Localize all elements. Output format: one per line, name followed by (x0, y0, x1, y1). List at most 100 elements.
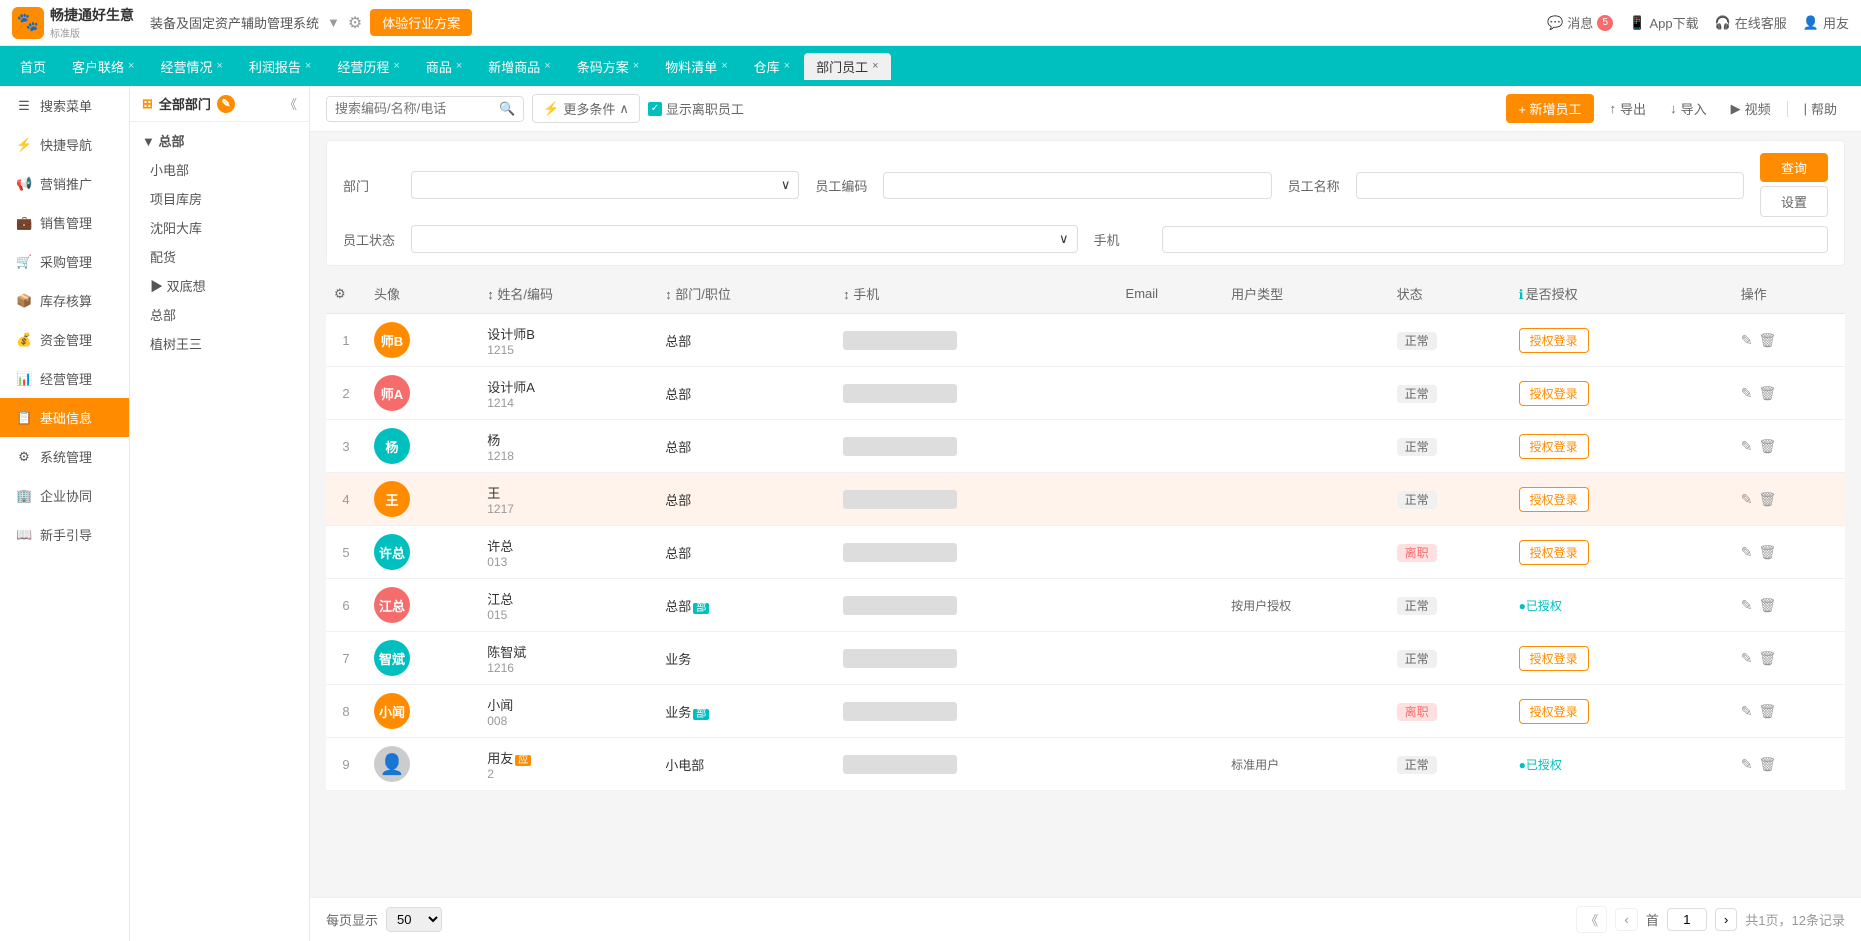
delete-icon[interactable]: 🗑 (1758, 544, 1776, 561)
edit-icon[interactable]: ✎ (1741, 756, 1753, 773)
tab-customer[interactable]: 客户联络 × (60, 53, 146, 80)
dept-node-xiaodian[interactable]: 小电部 (130, 155, 309, 184)
close-icon[interactable]: × (721, 60, 727, 72)
tab-home[interactable]: 首页 (8, 53, 58, 80)
view-btn[interactable]: ▶ 视频 (1723, 95, 1779, 122)
edit-icon[interactable]: ✎ (1741, 703, 1753, 720)
close-icon[interactable]: × (784, 60, 790, 72)
sidebar-item-stock[interactable]: 📦 库存核算 (0, 281, 129, 320)
auth-login-btn[interactable]: 授权登录 (1519, 434, 1589, 459)
delete-icon[interactable]: 🗑 (1758, 385, 1776, 402)
edit-icon[interactable]: ✎ (1741, 597, 1753, 614)
add-staff-button[interactable]: + 新增员工 (1506, 94, 1593, 123)
service-btn[interactable]: 🎧 在线客服 (1715, 13, 1787, 32)
auth-login-btn[interactable]: 授权登录 (1519, 328, 1589, 353)
dept-node-zongbu[interactable]: 总部 (130, 300, 309, 329)
tab-barcode[interactable]: 条码方案 × (565, 53, 651, 80)
auth-login-btn[interactable]: 授权登录 (1519, 540, 1589, 565)
edit-icon[interactable]: ✎ (1741, 438, 1753, 455)
filter-empcode-input[interactable] (883, 172, 1271, 199)
page-prev-btn[interactable]: ‹ (1615, 908, 1637, 931)
import-btn[interactable]: ↓ 导入 (1662, 95, 1715, 122)
filter-more-btn[interactable]: ⚡ 更多条件 ∧ (532, 94, 640, 123)
close-icon[interactable]: × (216, 60, 222, 72)
tab-profit[interactable]: 利润报告 × (237, 53, 323, 80)
edit-icon[interactable]: ✎ (1741, 491, 1753, 508)
col-name[interactable]: ↕ 姓名/编码 (479, 274, 657, 314)
tab-history[interactable]: 经营历程 × (325, 53, 411, 80)
delete-icon[interactable]: 🗑 (1758, 332, 1776, 349)
tab-bom[interactable]: 物料清单 × (653, 53, 739, 80)
dept-node-zhishu[interactable]: 植树王三 (130, 329, 309, 358)
show-resigned-toggle[interactable]: ✓ 显示离职员工 (648, 99, 744, 118)
query-button[interactable]: 查询 (1760, 153, 1828, 182)
gear-icon[interactable]: ⚙ (348, 13, 362, 33)
sidebar-item-finance[interactable]: 💰 资金管理 (0, 320, 129, 359)
page-first-btn[interactable]: 《 (1576, 906, 1607, 933)
auth-login-btn[interactable]: 授权登录 (1519, 487, 1589, 512)
filter-empname-input[interactable] (1356, 172, 1744, 199)
dept-collapse-btn[interactable]: 《 (284, 94, 297, 113)
dept-edit-icon[interactable]: ✎ (217, 95, 235, 113)
app-download-btn[interactable]: 📱 App下载 (1629, 13, 1698, 32)
page-next-btn[interactable]: › (1715, 908, 1737, 931)
sidebar-item-basic[interactable]: 📋 基础信息 (0, 398, 129, 437)
export-btn[interactable]: ↑ 导出 (1602, 95, 1655, 122)
close-icon[interactable]: × (872, 60, 878, 72)
auth-login-btn[interactable]: 授权登录 (1519, 699, 1589, 724)
message-btn[interactable]: 💬 消息 5 (1547, 13, 1613, 32)
auth-login-btn[interactable]: 授权登录 (1519, 381, 1589, 406)
tab-add-goods[interactable]: 新增商品 × (476, 53, 562, 80)
sidebar-item-corp[interactable]: 🏢 企业协同 (0, 476, 129, 515)
tab-warehouse[interactable]: 仓库 × (742, 53, 802, 80)
close-icon[interactable]: × (544, 60, 550, 72)
settings-icon[interactable]: ⚙ (334, 286, 346, 301)
edit-icon[interactable]: ✎ (1741, 544, 1753, 561)
delete-icon[interactable]: 🗑 (1758, 597, 1776, 614)
close-icon[interactable]: × (128, 60, 134, 72)
col-phone[interactable]: ↕ 手机 (835, 274, 1117, 314)
sidebar-item-sales[interactable]: 💼 销售管理 (0, 203, 129, 242)
col-settings[interactable]: ⚙ (326, 274, 366, 314)
delete-icon[interactable]: 🗑 (1758, 650, 1776, 667)
reset-button[interactable]: 设置 (1760, 186, 1828, 217)
tab-goods[interactable]: 商品 × (414, 53, 474, 80)
dept-node-project[interactable]: 项目库房 (130, 184, 309, 213)
edit-icon[interactable]: ✎ (1741, 385, 1753, 402)
delete-icon[interactable]: 🗑 (1758, 438, 1776, 455)
close-icon[interactable]: × (305, 60, 311, 72)
tab-dept-staff[interactable]: 部门员工 × (804, 53, 890, 80)
dept-node-shuangdi[interactable]: ▶ 双底想 (130, 271, 309, 300)
delete-icon[interactable]: 🗑 (1758, 756, 1776, 773)
delete-icon[interactable]: 🗑 (1758, 491, 1776, 508)
dept-node-shenyang[interactable]: 沈阳大库 (130, 213, 309, 242)
col-dept[interactable]: ↕ 部门/职位 (657, 274, 835, 314)
tab-operation[interactable]: 经营情况 × (148, 53, 234, 80)
edit-icon[interactable]: ✎ (1741, 650, 1753, 667)
edit-icon[interactable]: ✎ (1741, 332, 1753, 349)
sidebar-item-marketing[interactable]: 📢 营销推广 (0, 164, 129, 203)
dept-node-general[interactable]: ▼ 总部 (130, 126, 309, 155)
trial-button[interactable]: 体验行业方案 (370, 9, 472, 36)
page-size-select[interactable]: 50 100 200 (386, 907, 442, 932)
sidebar-item-quick[interactable]: ⚡ 快捷导航 (0, 125, 129, 164)
sidebar-item-operation[interactable]: 📊 经营管理 (0, 359, 129, 398)
sidebar-item-purchase[interactable]: 🛒 采购管理 (0, 242, 129, 281)
close-icon[interactable]: × (393, 60, 399, 72)
sidebar-item-guide[interactable]: 📖 新手引导 (0, 515, 129, 554)
page-number-input[interactable] (1667, 908, 1707, 931)
sidebar-item-system[interactable]: ⚙ 系统管理 (0, 437, 129, 476)
filter-dept-select[interactable]: ∨ (411, 171, 799, 199)
help-btn[interactable]: | 帮助 (1796, 95, 1845, 122)
filter-status-select[interactable]: ∨ (411, 225, 1078, 253)
close-icon[interactable]: × (633, 60, 639, 72)
search-input[interactable] (335, 101, 495, 116)
auth-login-btn[interactable]: 授权登录 (1519, 646, 1589, 671)
filter-phone-input[interactable] (1162, 226, 1829, 253)
user-btn[interactable]: 👤 用友 (1803, 13, 1849, 32)
dropdown-icon[interactable]: ▼ (327, 15, 340, 30)
delete-icon[interactable]: 🗑 (1758, 703, 1776, 720)
dept-node-peihu[interactable]: 配货 (130, 242, 309, 271)
sidebar-item-search[interactable]: ☰ 搜索菜单 (0, 86, 129, 125)
close-icon[interactable]: × (456, 60, 462, 72)
